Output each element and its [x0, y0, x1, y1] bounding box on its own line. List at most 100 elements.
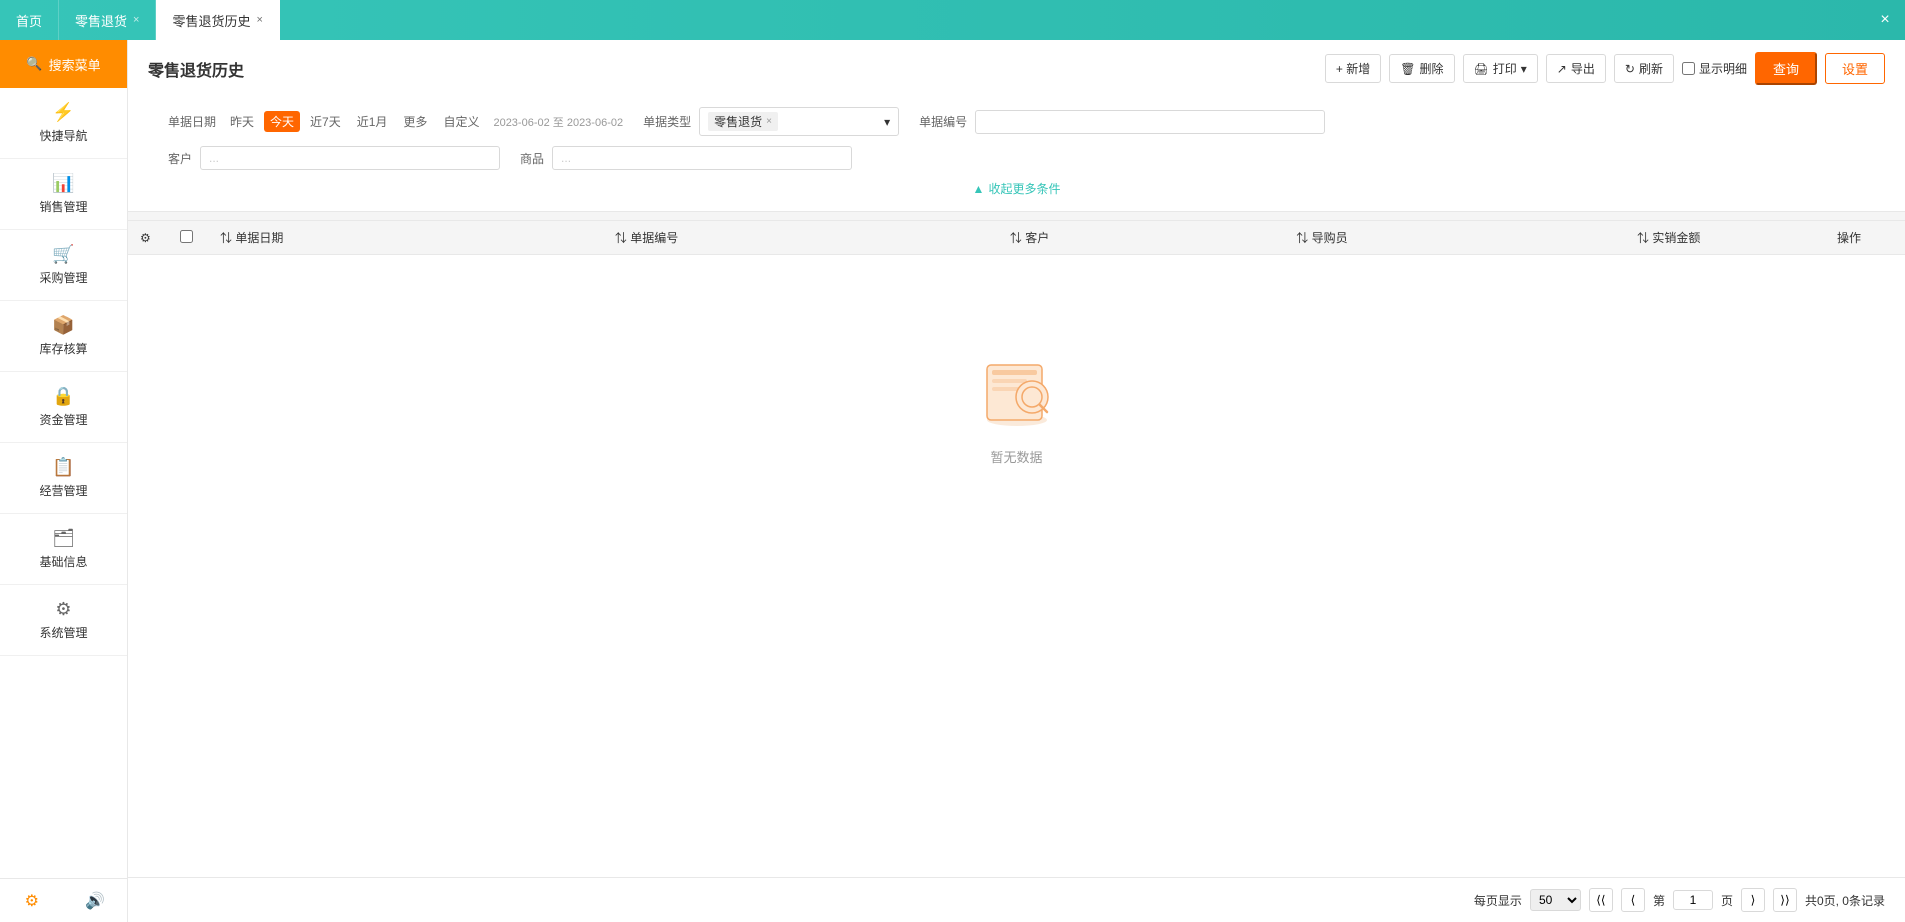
customer-label: 客户: [168, 150, 192, 167]
sidebar-item-label: 库存核算: [39, 340, 87, 357]
select-all-checkbox[interactable]: [180, 230, 193, 243]
filter-area: 单据日期 昨天 今天 近7天 近1月 更多 自定义 2023-06-02 至 2…: [148, 97, 1885, 211]
product-select[interactable]: ...: [552, 146, 852, 170]
operations-icon: 📋: [52, 457, 74, 478]
settings-button[interactable]: 设置: [1825, 53, 1885, 84]
th-checkbox[interactable]: [168, 221, 208, 255]
date-pill-yesterday[interactable]: 昨天: [224, 111, 260, 132]
refresh-icon: ↻: [1625, 62, 1635, 76]
product-filter: 商品 ...: [520, 146, 852, 170]
page-title-row: 零售退货历史 + 新增 🗑 删除 🖨 打印 ▾ ↗ 导出: [148, 52, 1885, 85]
tab-home[interactable]: 首页: [0, 0, 59, 40]
sidebar-gear-button[interactable]: ⚙: [0, 879, 64, 922]
col-doc-no-label: 单据编号: [630, 231, 678, 245]
doc-type-chevron-icon: ▾: [884, 115, 890, 129]
sidebar-item-purchase[interactable]: 🛒 采购管理: [0, 230, 127, 301]
page-number-input[interactable]: [1673, 890, 1713, 910]
tab-home-label: 首页: [16, 11, 42, 30]
col-date-label: 单据日期: [235, 231, 283, 245]
sidebar-item-label: 系统管理: [39, 624, 87, 641]
collapse-up-icon: ▲: [973, 182, 985, 196]
customer-placeholder: ...: [209, 151, 219, 165]
th-settings[interactable]: ⚙: [128, 221, 168, 255]
sidebar-search[interactable]: 🔍 搜索菜单: [0, 40, 127, 88]
th-guide[interactable]: ⇅ 导购员: [1284, 221, 1625, 255]
date-range-display: 2023-06-02 至 2023-06-02: [493, 114, 623, 130]
refresh-button[interactable]: ↻ 刷新: [1614, 54, 1674, 83]
customer-select[interactable]: ...: [200, 146, 500, 170]
tab-retail-return-history-close[interactable]: ×: [256, 14, 262, 26]
page-title: 零售退货历史: [148, 57, 244, 81]
page-unit: 页: [1721, 892, 1733, 909]
sidebar: 🔍 搜索菜单 ⚡ 快捷导航 📊 销售管理 🛒 采购管理 📦 库存核算 🔒 资金管…: [0, 40, 128, 922]
empty-state-row: 暂无数据: [128, 255, 1905, 547]
date-filter: 单据日期 昨天 今天 近7天 近1月 更多 自定义 2023-06-02 至 2…: [168, 111, 623, 132]
sidebar-item-inventory[interactable]: 📦 库存核算: [0, 301, 127, 372]
doc-type-tag: 零售退货 ×: [708, 112, 778, 131]
product-placeholder: ...: [561, 151, 571, 165]
purchase-icon: 🛒: [52, 244, 74, 265]
doc-no-filter: 单据编号: [919, 110, 1325, 134]
sidebar-item-operations[interactable]: 📋 经营管理: [0, 443, 127, 514]
empty-text: 暂无数据: [990, 447, 1042, 466]
doc-no-label: 单据编号: [919, 113, 967, 130]
last-page-button[interactable]: ⟩⟩: [1773, 888, 1797, 912]
window-close-button[interactable]: ×: [1865, 0, 1905, 40]
table-wrapper: ⚙ ⇅ 单据日期 ⇅ 单据编号: [128, 220, 1905, 877]
doc-type-filter: 单据类型 零售退货 × ▾: [643, 107, 899, 136]
prev-page-button[interactable]: ⟨: [1621, 888, 1645, 912]
doc-no-input[interactable]: [975, 110, 1325, 134]
display-detail-checkbox[interactable]: [1682, 62, 1695, 75]
date-pill-custom[interactable]: 自定义: [437, 111, 485, 132]
export-button[interactable]: ↗ 导出: [1546, 54, 1606, 83]
table-header: ⚙ ⇅ 单据日期 ⇅ 单据编号: [128, 221, 1905, 255]
collapse-button[interactable]: ▲ 收起更多条件: [973, 180, 1061, 197]
sidebar-item-finance[interactable]: 🔒 资金管理: [0, 372, 127, 443]
print-icon: 🖨: [1474, 62, 1489, 76]
product-label: 商品: [520, 150, 544, 167]
date-pills: 昨天 今天 近7天 近1月 更多 自定义: [224, 111, 485, 132]
sidebar-item-sales[interactable]: 📊 销售管理: [0, 159, 127, 230]
date-pill-today[interactable]: 今天: [264, 111, 300, 132]
th-date[interactable]: ⇅ 单据日期: [208, 221, 603, 255]
page-size-select[interactable]: 50 10 20 100: [1530, 889, 1581, 911]
main-layout: 🔍 搜索菜单 ⚡ 快捷导航 📊 销售管理 🛒 采购管理 📦 库存核算 🔒 资金管…: [0, 40, 1905, 922]
date-pill-7days[interactable]: 近7天: [304, 111, 347, 132]
query-button[interactable]: 查询: [1755, 52, 1817, 85]
sidebar-item-system[interactable]: ⚙ 系统管理: [0, 585, 127, 656]
next-page-button[interactable]: ⟩: [1741, 888, 1765, 912]
th-amount[interactable]: ⇅ 实销金额: [1625, 221, 1825, 255]
tab-retail-return-close[interactable]: ×: [133, 14, 139, 26]
tab-list: 首页 零售退货 × 零售退货历史 ×: [0, 0, 1865, 40]
date-filter-label: 单据日期: [168, 113, 216, 130]
settings-icon: ⚙: [140, 231, 151, 245]
doc-type-tag-close[interactable]: ×: [766, 116, 772, 127]
first-page-button[interactable]: ⟨⟨: [1589, 888, 1613, 912]
col-action-label: 操作: [1837, 231, 1861, 245]
sidebar-item-label: 快捷导航: [39, 127, 87, 144]
tab-retail-return[interactable]: 零售退货 ×: [59, 0, 156, 40]
date-pill-1month[interactable]: 近1月: [351, 111, 394, 132]
th-doc-no[interactable]: ⇅ 单据编号: [603, 221, 998, 255]
tab-retail-return-history[interactable]: 零售退货历史 ×: [156, 0, 279, 40]
customer-filter: 客户 ...: [168, 146, 500, 170]
display-detail-check[interactable]: 显示明细: [1682, 60, 1747, 77]
sidebar-item-quick-nav[interactable]: ⚡ 快捷导航: [0, 88, 127, 159]
delete-button[interactable]: 🗑 删除: [1389, 54, 1454, 83]
th-customer[interactable]: ⇅ 客户: [998, 221, 1284, 255]
date-pill-more[interactable]: 更多: [397, 111, 433, 132]
col-customer-label: 客户: [1025, 231, 1049, 245]
audio-icon: 🔊: [85, 891, 105, 911]
print-button[interactable]: 🖨 打印 ▾: [1463, 54, 1538, 83]
sidebar-audio-button[interactable]: 🔊: [64, 879, 128, 922]
sidebar-item-label: 资金管理: [39, 411, 87, 428]
data-table: ⚙ ⇅ 单据日期 ⇅ 单据编号: [128, 220, 1905, 546]
sidebar-item-base-info[interactable]: 🗂 基础信息: [0, 514, 127, 585]
page-header: 零售退货历史 + 新增 🗑 删除 🖨 打印 ▾ ↗ 导出: [128, 40, 1905, 212]
table-body: 暂无数据: [128, 255, 1905, 547]
empty-icon: [967, 335, 1067, 435]
doc-type-select[interactable]: 零售退货 × ▾: [699, 107, 899, 136]
page-label: 第: [1653, 892, 1665, 909]
col-amount-label: 实销金额: [1652, 231, 1700, 245]
add-button[interactable]: + 新增: [1325, 54, 1381, 83]
